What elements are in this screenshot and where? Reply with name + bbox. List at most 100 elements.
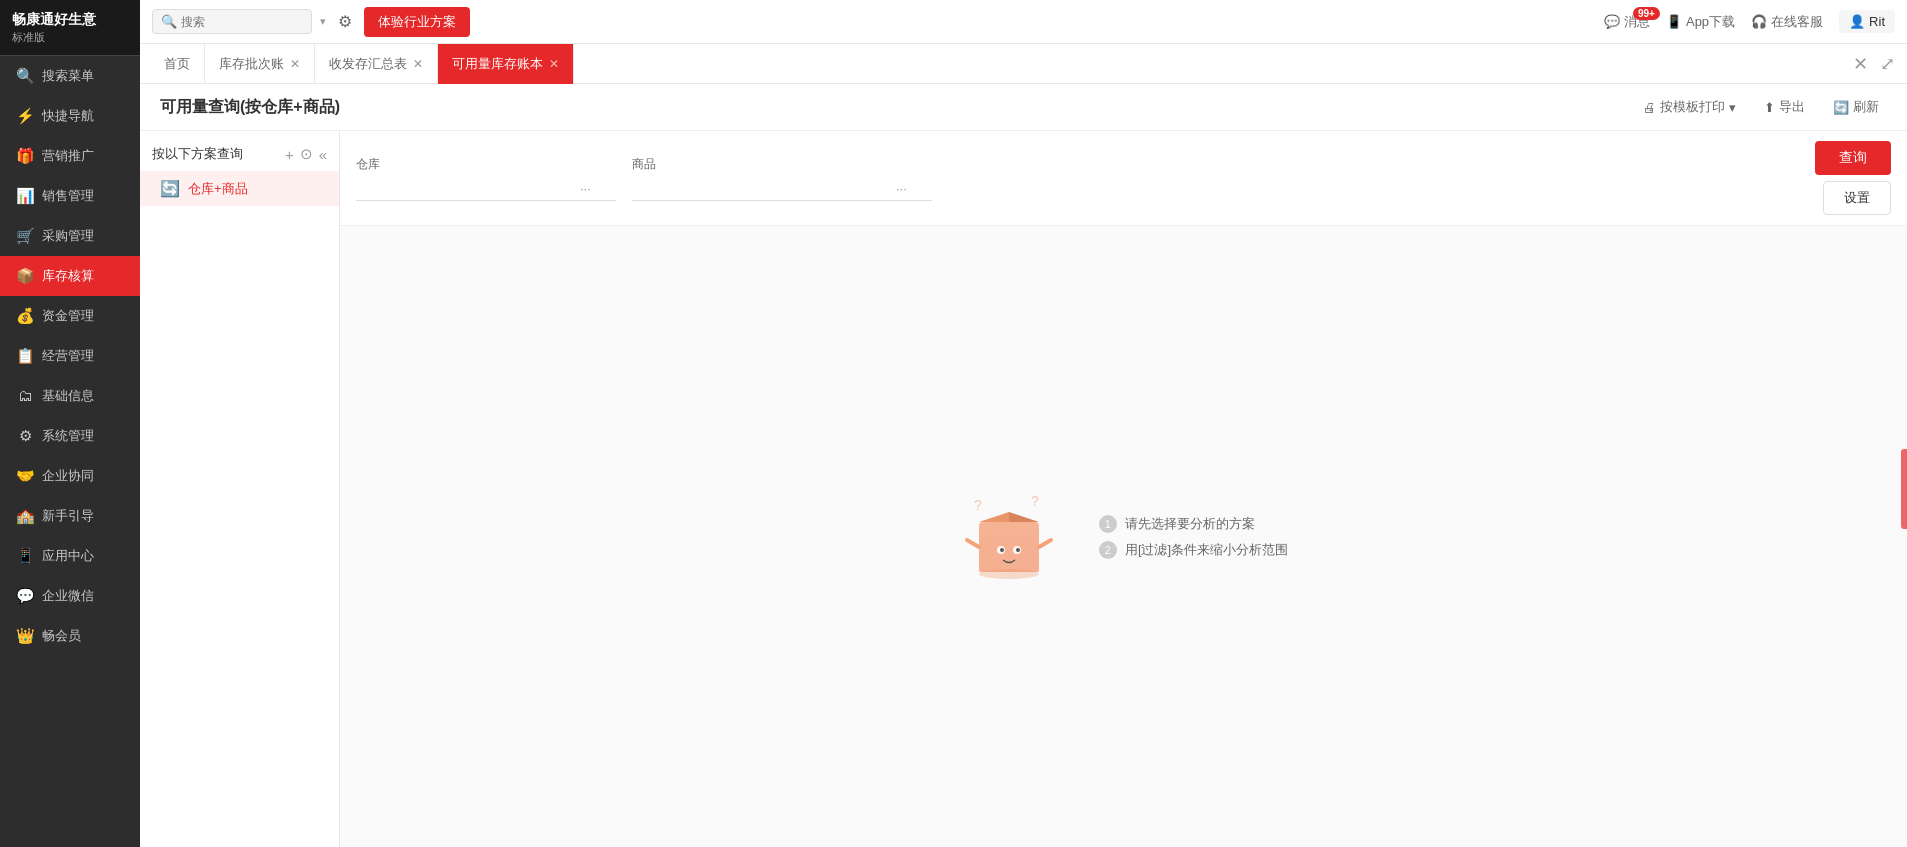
service-button[interactable]: 🎧 在线客服 (1751, 13, 1823, 31)
sidebar-item-wechat[interactable]: 💬企业微信 (0, 576, 140, 616)
operation-icon: 📋 (16, 347, 34, 365)
svg-marker-2 (1009, 512, 1039, 522)
restore-tab-button[interactable]: ⤢ (1876, 49, 1899, 79)
purchase-icon: 🛒 (16, 227, 34, 245)
sidebar-item-purchase[interactable]: 🛒采购管理 (0, 216, 140, 256)
printer-icon: 🖨 (1643, 100, 1656, 115)
svg-text:?: ? (1031, 493, 1039, 509)
tab-close-icon[interactable]: ✕ (413, 57, 423, 71)
search-icon: 🔍 (16, 67, 34, 85)
guide-icon: 🏫 (16, 507, 34, 525)
sidebar-item-label: 经营管理 (42, 347, 94, 365)
warehouse-input[interactable] (356, 177, 576, 200)
tab-label: 收发存汇总表 (329, 55, 407, 73)
user-menu[interactable]: 👤 Rit (1839, 10, 1895, 33)
trial-button[interactable]: 体验行业方案 (364, 7, 470, 37)
goods-input[interactable] (632, 177, 892, 200)
chevron-down-icon[interactable]: ▾ (320, 15, 326, 28)
app-label: App下载 (1686, 13, 1735, 31)
inventory-icon: 📦 (16, 267, 34, 285)
tab-close-icon[interactable]: ✕ (290, 57, 300, 71)
sidebar-item-sales[interactable]: 📊销售管理 (0, 176, 140, 216)
sidebar-item-basic[interactable]: 🗂基础信息 (0, 376, 140, 416)
close-tab-button[interactable]: ✕ (1849, 49, 1872, 79)
sidebar-item-finance[interactable]: 💰资金管理 (0, 296, 140, 336)
tab-available[interactable]: 可用量库存账本✕ (438, 44, 574, 84)
tip-text-2: 用[过滤]条件来缩小分析范围 (1125, 541, 1288, 559)
sidebar-item-label: 搜索菜单 (42, 67, 94, 85)
settings-button[interactable]: 设置 (1823, 181, 1891, 215)
page-title: 可用量查询(按仓库+商品) (160, 97, 340, 118)
scheme-actions: + ⊙ « (285, 145, 327, 163)
sidebar: 畅康通好生意 标准版 🔍搜索菜单⚡快捷导航🎁营销推广📊销售管理🛒采购管理📦库存核… (0, 0, 140, 847)
gear-icon[interactable]: ⚙ (334, 12, 356, 31)
collab-icon: 🤝 (16, 467, 34, 485)
refresh-button[interactable]: 🔄 刷新 (1825, 94, 1887, 120)
sidebar-item-collab[interactable]: 🤝企业协同 (0, 456, 140, 496)
svg-point-10 (979, 569, 1039, 579)
collapse-scheme-icon[interactable]: « (319, 146, 327, 163)
empty-state: ? ? 1 请先选择要分析的方案 2 用[过滤]条件来缩小分析范围 (340, 226, 1907, 847)
tabbar-actions: ✕ ⤢ (1849, 49, 1907, 79)
message-button[interactable]: 💬 消息 99+ (1604, 13, 1650, 31)
sidebar-item-member[interactable]: 👑 畅会员 (0, 616, 140, 656)
wechat-icon: 💬 (16, 587, 34, 605)
brand-edition: 标准版 (12, 30, 128, 45)
sidebar-item-operation[interactable]: 📋 经营管理 (0, 336, 140, 376)
member-icon: 👑 (16, 627, 34, 645)
sidebar-item-shortcut[interactable]: ⚡ 快捷导航 (0, 96, 140, 136)
add-scheme-icon[interactable]: + (285, 146, 294, 163)
sidebar-item-label: 快捷导航 (42, 107, 94, 125)
settings-scheme-icon[interactable]: ⊙ (300, 145, 313, 163)
export-button[interactable]: ⬆ 导出 (1756, 94, 1813, 120)
tab-label: 首页 (164, 55, 190, 73)
page-header: 可用量查询(按仓库+商品) 🖨 按模板打印 ▾ ⬆ 导出 🔄 刷新 (140, 84, 1907, 131)
scheme-panel: 按以下方案查询 + ⊙ « 🔄仓库+商品 (140, 131, 340, 847)
goods-more-icon[interactable]: ··· (892, 181, 911, 196)
sidebar-item-label: 基础信息 (42, 387, 94, 405)
scheme-item-warehouse_goods[interactable]: 🔄仓库+商品 (140, 171, 339, 206)
scheme-header-label: 按以下方案查询 (152, 145, 243, 163)
tab-batch[interactable]: 库存批次账 ✕ (205, 44, 315, 84)
sidebar-item-marketing[interactable]: 🎁营销推广 (0, 136, 140, 176)
empty-tip-2: 2 用[过滤]条件来缩小分析范围 (1099, 541, 1288, 559)
svg-line-9 (1039, 540, 1051, 547)
main-panel: 仓库 ··· 商品 ··· 查询 设置 (340, 131, 1907, 847)
shortcut-icon: ⚡ (16, 107, 34, 125)
svg-text:?: ? (974, 497, 982, 513)
search-input[interactable] (181, 15, 281, 29)
chevron-down-icon[interactable]: ▾ (1729, 100, 1736, 115)
sidebar-item-guide[interactable]: 🏫新手引导 (0, 496, 140, 536)
warehouse-more-icon[interactable]: ··· (576, 181, 595, 196)
content-area: 按以下方案查询 + ⊙ « 🔄仓库+商品 仓库 ··· (140, 131, 1907, 847)
filter-bar: 仓库 ··· 商品 ··· 查询 设置 (340, 131, 1907, 226)
sidebar-item-appstore[interactable]: 📱应用中心 (0, 536, 140, 576)
export-label: 导出 (1779, 98, 1805, 116)
tab-close-icon[interactable]: ✕ (549, 57, 559, 71)
user-icon: 👤 (1849, 14, 1865, 29)
tab-home[interactable]: 首页 (150, 44, 205, 84)
tab-summary[interactable]: 收发存汇总表 ✕ (315, 44, 438, 84)
sidebar-item-label: 库存核算 (42, 267, 94, 285)
sidebar-item-label: 营销推广 (42, 147, 94, 165)
sidebar-item-inventory[interactable]: 📦 库存核算 (0, 256, 140, 296)
scheme-item-label: 仓库+商品 (188, 180, 248, 198)
tabbar: 首页库存批次账✕收发存汇总表✕可用量库存账本✕ ✕ ⤢ (140, 44, 1907, 84)
topbar-right: 💬 消息 99+ 📱 App下载 🎧 在线客服 👤 Rit (1604, 10, 1895, 33)
refresh-icon: 🔄 (1833, 100, 1849, 115)
print-button[interactable]: 🖨 按模板打印 ▾ (1635, 94, 1744, 120)
sidebar-item-label: 畅会员 (42, 627, 81, 645)
service-label: 在线客服 (1771, 13, 1823, 31)
print-label: 按模板打印 (1660, 98, 1725, 116)
sidebar-item-system[interactable]: ⚙系统管理 (0, 416, 140, 456)
app-download-button[interactable]: 📱 App下载 (1666, 13, 1735, 31)
svg-point-6 (1000, 548, 1004, 552)
tip-text-1: 请先选择要分析的方案 (1125, 515, 1255, 533)
topbar-search[interactable]: 🔍 (152, 9, 312, 34)
search-icon: 🔍 (161, 14, 177, 29)
tab-label: 库存批次账 (219, 55, 284, 73)
svg-marker-1 (979, 512, 1009, 522)
sidebar-item-search[interactable]: 🔍 搜索菜单 (0, 56, 140, 96)
query-button[interactable]: 查询 (1815, 141, 1891, 175)
svg-line-8 (967, 540, 979, 547)
